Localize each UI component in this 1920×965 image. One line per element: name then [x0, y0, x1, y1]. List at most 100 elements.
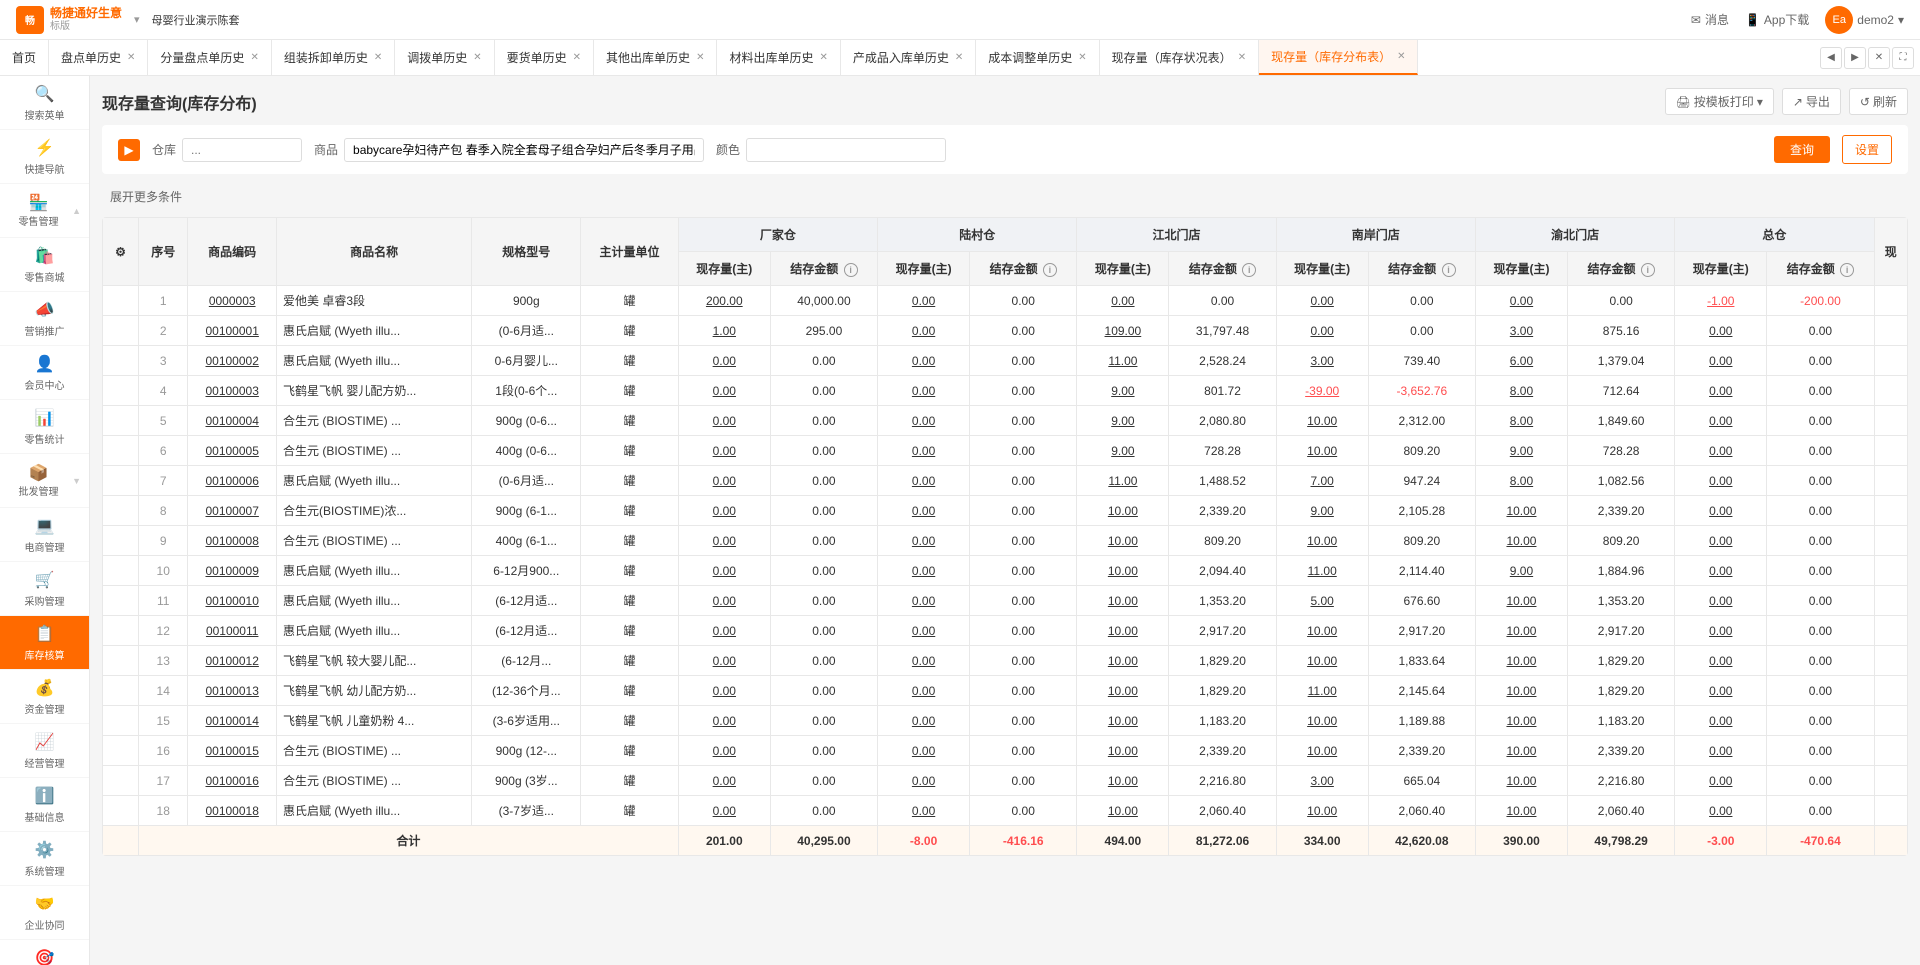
print-btn[interactable]: 🖨 按模板打印 ▾	[1665, 88, 1774, 115]
td-na-qty[interactable]: 10.00	[1276, 796, 1368, 826]
td-jb-qty[interactable]: 10.00	[1077, 736, 1169, 766]
td-l-qty[interactable]: 0.00	[878, 586, 970, 616]
sidebar-item-search[interactable]: 🔍 搜索英单	[0, 76, 89, 130]
tab-close-product-inbound[interactable]: ✕	[955, 52, 963, 63]
sidebar-item-sys-mgmt[interactable]: ⚙️ 系统管理	[0, 832, 89, 886]
td-na-qty[interactable]: -39.00	[1276, 376, 1368, 406]
td-jb-qty[interactable]: 10.00	[1077, 676, 1169, 706]
tab-inventory-dist[interactable]: 现存量（库存分布表） ✕	[1259, 40, 1418, 75]
td-l-qty[interactable]: 0.00	[878, 496, 970, 526]
td-l-qty[interactable]: 0.00	[878, 316, 970, 346]
tab-other-outbound[interactable]: 其他出库单历史 ✕	[594, 40, 717, 75]
td-code[interactable]: 00100013	[188, 676, 277, 706]
td-yb-qty[interactable]: 9.00	[1475, 556, 1567, 586]
td-jb-qty[interactable]: 10.00	[1077, 496, 1169, 526]
sidebar-item-retail-mall[interactable]: 🛍️ 零售商城	[0, 238, 89, 292]
td-l-qty[interactable]: 0.00	[878, 436, 970, 466]
td-yb-qty[interactable]: 8.00	[1475, 406, 1567, 436]
td-code[interactable]: 00100009	[188, 556, 277, 586]
td-l-qty[interactable]: 0.00	[878, 616, 970, 646]
td-l-qty[interactable]: 0.00	[878, 796, 970, 826]
td-t-qty[interactable]: 0.00	[1675, 556, 1767, 586]
tab-cost-adjust[interactable]: 成本调整单历史 ✕	[976, 40, 1099, 75]
th-settings[interactable]: ⚙	[103, 218, 139, 286]
sidebar-item-new-guide[interactable]: 🎯 新手引导	[0, 940, 89, 965]
td-code[interactable]: 00100018	[188, 796, 277, 826]
td-jb-qty[interactable]: 0.00	[1077, 286, 1169, 316]
sidebar-item-retail-stats[interactable]: 📊 零售统计	[0, 400, 89, 454]
sidebar-item-retail-mgmt[interactable]: 🏪 零售管理 ▲	[0, 184, 89, 238]
tab-product-inbound[interactable]: 产成品入库单历史 ✕	[841, 40, 976, 75]
color-input[interactable]	[746, 138, 946, 162]
td-code[interactable]: 00100003	[188, 376, 277, 406]
td-l-qty[interactable]: 0.00	[878, 706, 970, 736]
td-jb-qty[interactable]: 109.00	[1077, 316, 1169, 346]
td-code[interactable]: 00100016	[188, 766, 277, 796]
sidebar-item-inventory[interactable]: 📋 库存核算	[0, 616, 89, 670]
td-t-qty[interactable]: 0.00	[1675, 346, 1767, 376]
tab-home[interactable]: 首页	[0, 40, 49, 75]
tab-close-stocktake[interactable]: ✕	[127, 52, 135, 63]
td-jb-qty[interactable]: 10.00	[1077, 616, 1169, 646]
td-jb-qty[interactable]: 11.00	[1077, 466, 1169, 496]
td-code[interactable]: 00100015	[188, 736, 277, 766]
td-code[interactable]: 00100014	[188, 706, 277, 736]
product-input[interactable]	[344, 138, 704, 162]
td-jb-qty[interactable]: 10.00	[1077, 556, 1169, 586]
tab-next-btn[interactable]: ▶	[1844, 47, 1866, 69]
tab-close-other-outbound[interactable]: ✕	[696, 52, 704, 63]
td-t-qty[interactable]: 0.00	[1675, 796, 1767, 826]
tab-close-purchase-req[interactable]: ✕	[573, 52, 581, 63]
td-yb-qty[interactable]: 10.00	[1475, 616, 1567, 646]
td-t-qty[interactable]: 0.00	[1675, 316, 1767, 346]
warehouse-input[interactable]	[182, 138, 302, 162]
tab-purchase-req[interactable]: 要货单历史 ✕	[495, 40, 594, 75]
nav-selector-text[interactable]: 母婴行业演示陈套	[152, 12, 240, 28]
td-yb-qty[interactable]: 10.00	[1475, 676, 1567, 706]
tab-close-cost-adjust[interactable]: ✕	[1078, 52, 1086, 63]
td-na-qty[interactable]: 3.00	[1276, 346, 1368, 376]
tab-close-inventory-dist[interactable]: ✕	[1397, 51, 1405, 62]
td-yb-qty[interactable]: 10.00	[1475, 796, 1567, 826]
td-t-qty[interactable]: 0.00	[1675, 436, 1767, 466]
td-l-qty[interactable]: 0.00	[878, 556, 970, 586]
td-jb-qty[interactable]: 10.00	[1077, 766, 1169, 796]
sidebar-item-enterprise-coop[interactable]: 🤝 企业协同	[0, 886, 89, 940]
td-f-qty[interactable]: 0.00	[678, 646, 770, 676]
td-l-qty[interactable]: 0.00	[878, 646, 970, 676]
td-t-qty[interactable]: 0.00	[1675, 526, 1767, 556]
td-jb-qty[interactable]: 9.00	[1077, 436, 1169, 466]
app-download-btn[interactable]: 📱 App下载	[1745, 11, 1809, 28]
tab-stocktake[interactable]: 盘点单历史 ✕	[49, 40, 148, 75]
td-code[interactable]: 0000003	[188, 286, 277, 316]
yb-amt-info-icon[interactable]: i	[1641, 263, 1655, 277]
tab-close-allocation[interactable]: ✕	[473, 52, 481, 63]
td-f-qty[interactable]: 1.00	[678, 316, 770, 346]
td-l-qty[interactable]: 0.00	[878, 466, 970, 496]
td-t-qty[interactable]: 0.00	[1675, 586, 1767, 616]
na-amt-info-icon[interactable]: i	[1442, 263, 1456, 277]
sidebar-item-ecommerce[interactable]: 💻 电商管理	[0, 508, 89, 562]
td-na-qty[interactable]: 10.00	[1276, 706, 1368, 736]
sidebar-item-member-center[interactable]: 👤 会员中心	[0, 346, 89, 400]
td-code[interactable]: 00100006	[188, 466, 277, 496]
td-f-qty[interactable]: 0.00	[678, 586, 770, 616]
td-yb-qty[interactable]: 10.00	[1475, 586, 1567, 616]
refresh-btn[interactable]: ↺ 刷新	[1849, 88, 1908, 115]
td-f-qty[interactable]: 0.00	[678, 706, 770, 736]
sidebar-item-purchase[interactable]: 🛒 采购管理	[0, 562, 89, 616]
t-amt-info-icon[interactable]: i	[1840, 263, 1854, 277]
tab-assembly[interactable]: 组装拆卸单历史 ✕	[272, 40, 395, 75]
td-na-qty[interactable]: 10.00	[1276, 616, 1368, 646]
td-f-qty[interactable]: 0.00	[678, 376, 770, 406]
td-na-qty[interactable]: 10.00	[1276, 406, 1368, 436]
tab-split-stocktake[interactable]: 分量盘点单历史 ✕	[148, 40, 271, 75]
td-f-qty[interactable]: 200.00	[678, 286, 770, 316]
td-f-qty[interactable]: 0.00	[678, 616, 770, 646]
td-f-qty[interactable]: 0.00	[678, 466, 770, 496]
tab-close-split-stocktake[interactable]: ✕	[250, 52, 258, 63]
td-na-qty[interactable]: 0.00	[1276, 316, 1368, 346]
td-jb-qty[interactable]: 10.00	[1077, 796, 1169, 826]
td-jb-qty[interactable]: 10.00	[1077, 586, 1169, 616]
sidebar-item-wholesale-mgmt[interactable]: 📦 批发管理 ▼	[0, 454, 89, 508]
